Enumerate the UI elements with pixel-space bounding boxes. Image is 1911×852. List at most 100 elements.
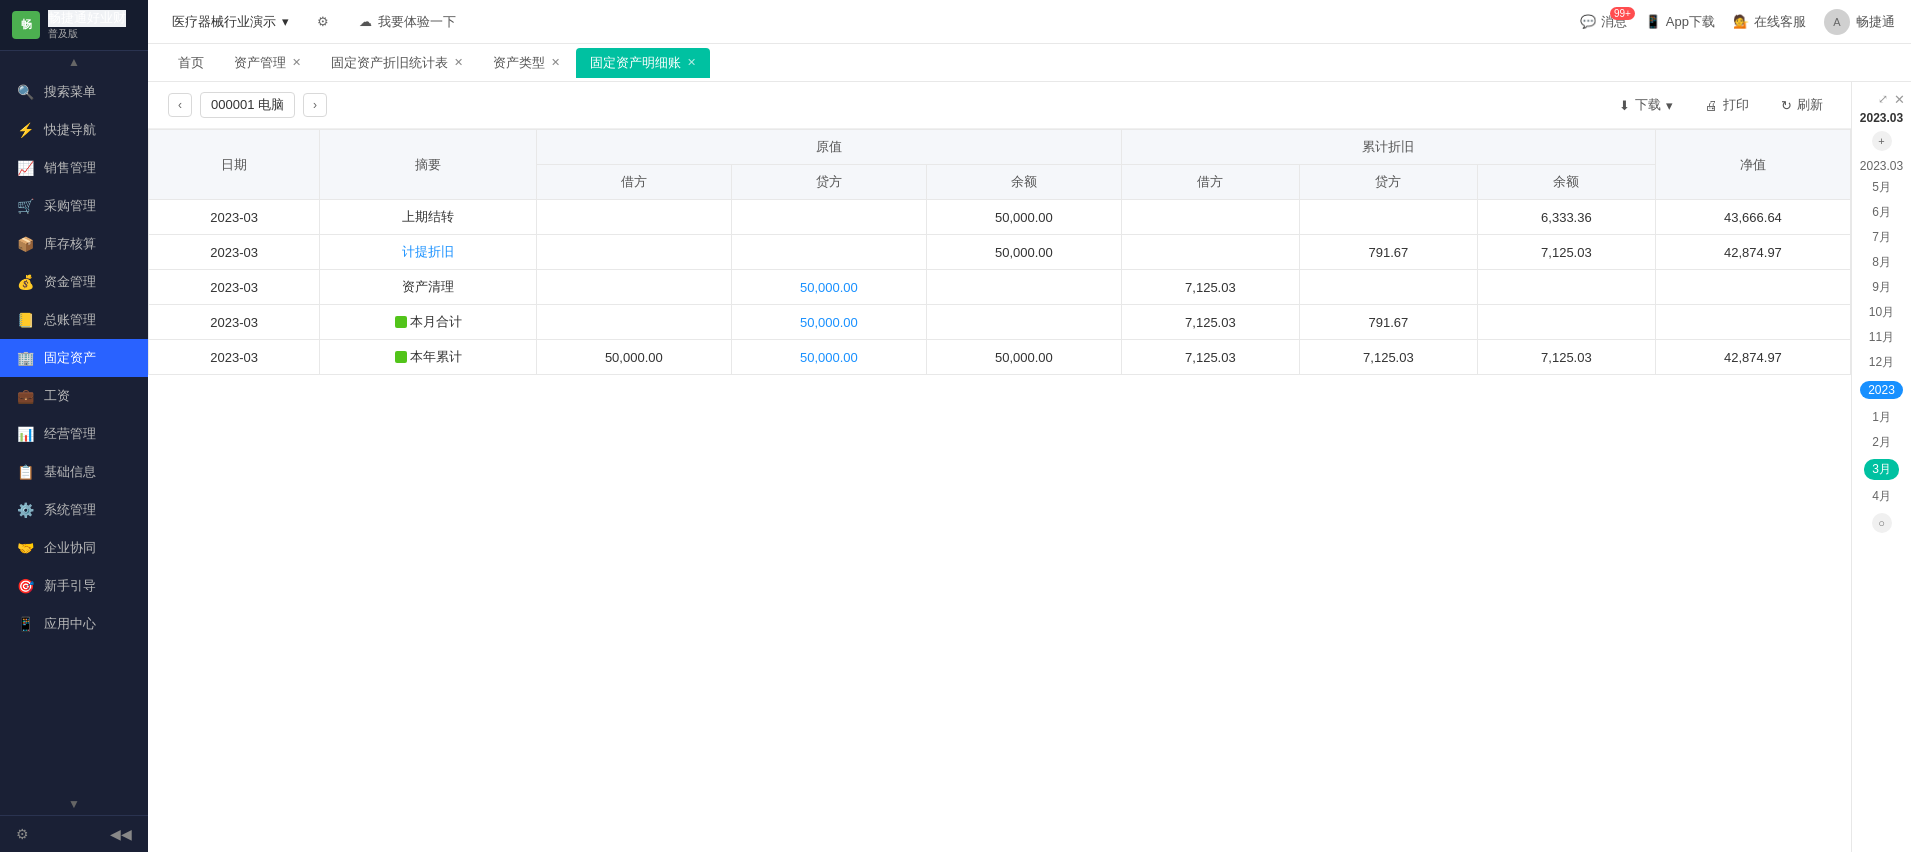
sidebar-item-sales[interactable]: 📈 销售管理 [0,149,148,187]
topbar-left: 医疗器械行业演示 ▾ ⚙ ☁ 我要体验一下 [164,8,466,36]
timeline-collapse-button[interactable]: ○ [1872,513,1892,533]
cell-net-value: 43,666.64 [1655,200,1850,235]
sales-icon: 📈 [16,159,34,177]
logo-sub-text: 普及版 [48,27,126,40]
sidebar-item-label: 库存核算 [44,235,96,253]
sidebar-item-quick-nav[interactable]: ⚡ 快捷导航 [0,111,148,149]
timeline-month-6[interactable]: 6月 [1852,200,1911,225]
guide-icon: 🎯 [16,577,34,595]
experience-button[interactable]: ☁ 我要体验一下 [349,9,466,35]
col-acc-balance: 余额 [1477,165,1655,200]
sidebar-item-payroll[interactable]: 💼 工资 [0,377,148,415]
timeline-month-10[interactable]: 10月 [1852,300,1911,325]
cell-orig-balance [926,270,1121,305]
right-panel-expand-icon[interactable]: ⤢ [1878,92,1888,107]
tab-depreciation-stat[interactable]: 固定资产折旧统计表 ✕ [317,48,477,78]
tab-asset-detail-close[interactable]: ✕ [687,56,696,69]
timeline-month-7[interactable]: 7月 [1852,225,1911,250]
company-selector[interactable]: 医疗器械行业演示 ▾ [164,9,297,35]
sidebar: 畅 畅捷通好业财 普及版 ▲ 🔍 搜索菜单 ⚡ 快捷导航 📈 销售管理 🛒 采购… [0,0,148,852]
right-panel-close-icon[interactable]: ✕ [1894,92,1905,107]
cell-acc-credit: 791.67 [1299,235,1477,270]
timeline-expand-button[interactable]: + [1872,131,1892,151]
sidebar-item-guide[interactable]: 🎯 新手引导 [0,567,148,605]
print-button[interactable]: 🖨 打印 [1697,92,1757,118]
sidebar-item-purchase[interactable]: 🛒 采购管理 [0,187,148,225]
timeline-month-2[interactable]: 2月 [1852,430,1911,455]
timeline-month-9[interactable]: 9月 [1852,275,1911,300]
basic-info-icon: 📋 [16,463,34,481]
sidebar-item-capital[interactable]: 💰 资金管理 [0,263,148,301]
settings-footer-icon[interactable]: ⚙ [16,826,29,842]
cell-orig-credit [731,200,926,235]
tab-asset-mgmt-close[interactable]: ✕ [292,56,301,69]
refresh-icon: ↻ [1781,98,1792,113]
table-row: 2023-03 本年累计 50,000.00 50,000.00 50,000.… [149,340,1851,375]
download-button[interactable]: ⬇ 下载 ▾ [1611,92,1681,118]
timeline-month-1[interactable]: 1月 [1852,405,1911,430]
inventory-icon: 📦 [16,235,34,253]
timeline-section: 2023.03 + 2023.03 5月 6月 7月 8月 9月 10月 11月… [1852,107,1911,537]
timeline-month-12[interactable]: 12月 [1852,350,1911,375]
next-asset-button[interactable]: › [303,93,327,117]
sidebar-item-label: 企业协同 [44,539,96,557]
sidebar-item-label: 资金管理 [44,273,96,291]
sidebar-item-enterprise[interactable]: 🤝 企业协同 [0,529,148,567]
timeline-month-11[interactable]: 11月 [1852,325,1911,350]
app-download-label: App下载 [1666,13,1715,31]
tab-asset-detail[interactable]: 固定资产明细账 ✕ [576,48,710,78]
prev-asset-button[interactable]: ‹ [168,93,192,117]
sidebar-item-operations[interactable]: 📊 经营管理 [0,415,148,453]
user-info[interactable]: A 畅捷通 [1824,9,1895,35]
fixed-assets-icon: 🏢 [16,349,34,367]
experience-label: 我要体验一下 [378,13,456,31]
main-area: 医疗器械行业演示 ▾ ⚙ ☁ 我要体验一下 💬 消息 99+ 📱 App下载 💁… [148,0,1911,852]
timeline-collapsed-header: 2023.03 [1852,107,1911,127]
sidebar-item-basic-info[interactable]: 📋 基础信息 [0,453,148,491]
timeline-month-4[interactable]: 4月 [1852,484,1911,509]
tab-asset-type-close[interactable]: ✕ [551,56,560,69]
capital-icon: 💰 [16,273,34,291]
online-service-action[interactable]: 💁 在线客服 [1733,13,1806,31]
topbar-settings-button[interactable]: ⚙ [309,8,337,36]
tab-asset-type[interactable]: 资产类型 ✕ [479,48,574,78]
sidebar-item-search[interactable]: 🔍 搜索菜单 [0,73,148,111]
timeline-month-5[interactable]: 5月 [1852,175,1911,200]
refresh-button[interactable]: ↻ 刷新 [1773,92,1831,118]
cell-summary: 上期结转 [320,200,537,235]
cell-summary: 计提折旧 [320,235,537,270]
tab-depreciation-stat-close[interactable]: ✕ [454,56,463,69]
table-row: 2023-03 本月合计 50,000.00 7,125.03 [149,305,1851,340]
sidebar-footer: ⚙ ◀◀ [0,815,148,852]
sidebar-item-system[interactable]: ⚙️ 系统管理 [0,491,148,529]
sidebar-item-fixed-assets[interactable]: 🏢 固定资产 [0,339,148,377]
app-download-action[interactable]: 📱 App下载 [1645,13,1715,31]
cell-net-value [1655,270,1850,305]
tab-home[interactable]: 首页 [164,48,218,78]
timeline-year-2023[interactable]: 2023 [1860,381,1903,399]
sidebar-item-ledger[interactable]: 📒 总账管理 [0,301,148,339]
cell-orig-debit [536,200,731,235]
print-icon: 🖨 [1705,98,1718,113]
timeline-month-8[interactable]: 8月 [1852,250,1911,275]
topbar: 医疗器械行业演示 ▾ ⚙ ☁ 我要体验一下 💬 消息 99+ 📱 App下载 💁… [148,0,1911,44]
collapse-sidebar-icon[interactable]: ◀◀ [110,826,132,842]
content-area: ‹ 000001 电脑 › ⬇ 下载 ▾ 🖨 打印 ↻ [148,82,1911,852]
messages-action[interactable]: 💬 消息 99+ [1580,13,1627,31]
timeline-month-3-active[interactable]: 3月 [1864,459,1899,480]
sidebar-scroll-up[interactable]: ▲ [0,51,148,73]
quick-nav-icon: ⚡ [16,121,34,139]
sidebar-scroll-down[interactable]: ▼ [0,793,148,815]
cell-orig-debit: 50,000.00 [536,340,731,375]
cell-acc-credit [1299,270,1477,305]
timeline-year-active-container: 2023 [1852,379,1911,401]
sidebar-item-inventory[interactable]: 📦 库存核算 [0,225,148,263]
topbar-right: 💬 消息 99+ 📱 App下载 💁 在线客服 A 畅捷通 [1580,9,1895,35]
monthly-tag: 本月合计 [395,313,462,331]
tab-asset-mgmt[interactable]: 资产管理 ✕ [220,48,315,78]
refresh-label: 刷新 [1797,96,1823,114]
cell-orig-balance [926,305,1121,340]
download-label: 下载 [1635,96,1661,114]
sidebar-item-app-center[interactable]: 📱 应用中心 [0,605,148,643]
cell-orig-balance: 50,000.00 [926,235,1121,270]
